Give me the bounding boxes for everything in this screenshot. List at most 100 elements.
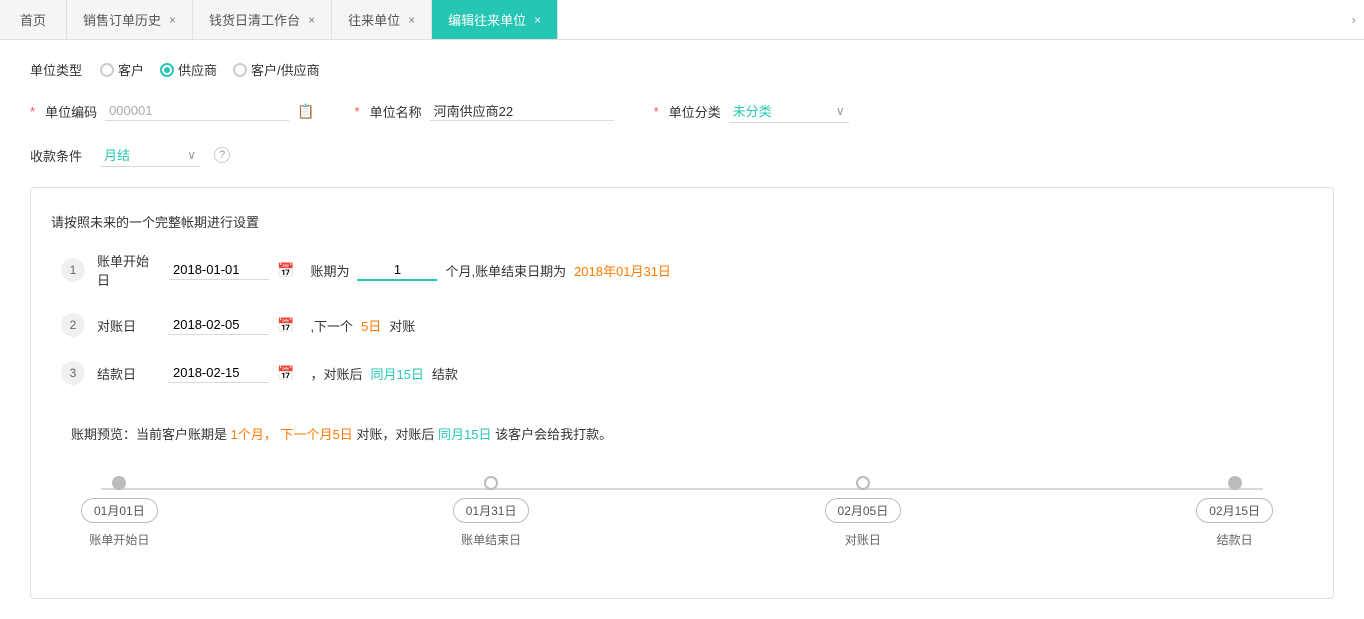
category-required-star: * [654, 104, 659, 119]
period-input[interactable] [357, 260, 437, 281]
tab-home-label: 首页 [20, 10, 46, 29]
payment-row: 收款条件 月结 ∨ ? [30, 143, 1334, 167]
reconcile-prefix: ,下一个 [310, 316, 353, 335]
preview-label: 账期预览：当前客户账期是 [71, 427, 227, 442]
code-calendar-icon[interactable]: 📋 [297, 103, 314, 120]
preview-text: 账期预览：当前客户账期是 1个月， 下一个月5日 对账，对账后 同月15日 该客… [71, 425, 1293, 446]
setting-row-3: 3 结款日 📅 ，对账后 同月15日 结款 [51, 361, 1313, 385]
radio-customer[interactable]: 客户 [100, 60, 144, 79]
row-label-2: 对账日 [97, 316, 157, 335]
payment-select[interactable]: 月结 ∨ [100, 143, 200, 167]
unit-code-label: 单位编码 [45, 102, 97, 121]
timeline-dot-1 [484, 476, 498, 490]
preview-part2: 下一个月5日 [281, 427, 353, 442]
setting-row-1: 1 账单开始日 📅 账期为 个月,账单结束日期为 2018年01月31日 [51, 251, 1313, 289]
tab-partner-units-label: 往来单位 [348, 10, 400, 29]
page-content: 单位类型 客户 供应商 客户/供应商 * 单位编码 📋 * 单位名称 [0, 40, 1364, 619]
settings-box: 请按照未来的一个完整帐期进行设置 1 账单开始日 📅 账期为 个月,账单结束日期… [30, 187, 1334, 599]
close-tab-partner-units[interactable]: × [408, 13, 415, 27]
radio-supplier-circle [160, 63, 174, 77]
name-required-star: * [355, 104, 360, 119]
period-label: 账期为 [310, 261, 349, 280]
unit-name-input[interactable] [430, 101, 614, 121]
timeline-dot-3 [1228, 476, 1242, 490]
radio-supplier[interactable]: 供应商 [160, 60, 217, 79]
preview-part1: 1个月， [231, 427, 277, 442]
timeline-items: 01月01日 账单开始日 01月31日 账单结束日 02月05日 对账日 [81, 476, 1273, 548]
preview-section: 账期预览：当前客户账期是 1个月， 下一个月5日 对账，对账后 同月15日 该客… [51, 409, 1313, 574]
start-date-calendar-icon[interactable]: 📅 [277, 262, 294, 279]
timeline-item-0: 01月01日 账单开始日 [81, 476, 158, 548]
close-tab-edit-partner[interactable]: × [534, 13, 541, 27]
unit-type-label: 单位类型 [30, 60, 82, 79]
unit-category-field: * 单位分类 未分类 ∨ [654, 99, 849, 123]
timeline-label-2: 对账日 [845, 531, 881, 548]
reconcile-date-calendar-icon[interactable]: 📅 [277, 317, 294, 334]
tab-partner-units[interactable]: 往来单位 × [332, 0, 432, 39]
timeline-item-2: 02月05日 对账日 [825, 476, 902, 548]
unit-code-input[interactable] [105, 101, 289, 121]
tab-sales-history[interactable]: 销售订单历史 × [67, 0, 193, 39]
timeline-label-0: 账单开始日 [89, 531, 149, 548]
tab-sales-history-label: 销售订单历史 [83, 10, 161, 29]
reconcile-suffix: 对账 [389, 316, 415, 335]
unit-type-radio-group: 客户 供应商 客户/供应商 [100, 60, 320, 79]
radio-customer-circle [100, 63, 114, 77]
unit-category-label: 单位分类 [669, 102, 721, 121]
timeline-pill-1: 01月31日 [453, 498, 530, 523]
row-num-1: 1 [61, 258, 85, 282]
payment-dropdown-arrow: ∨ [187, 148, 196, 162]
period-unit: 个月,账单结束日期为 [445, 261, 566, 280]
code-required-star: * [30, 104, 35, 119]
tab-cashier-workbench[interactable]: 钱货日清工作台 × [193, 0, 332, 39]
radio-both[interactable]: 客户/供应商 [233, 60, 320, 79]
timeline-item-3: 02月15日 结款日 [1196, 476, 1273, 548]
category-dropdown-arrow: ∨ [836, 104, 845, 118]
setting-row-2: 2 对账日 📅 ,下一个 5日 对账 [51, 313, 1313, 337]
timeline-pill-3: 02月15日 [1196, 498, 1273, 523]
timeline-label-3: 结款日 [1217, 531, 1253, 548]
payment-suffix: 结款 [432, 364, 458, 383]
unit-type-row: 单位类型 客户 供应商 客户/供应商 [30, 60, 1334, 79]
tab-home[interactable]: 首页 [0, 0, 67, 39]
payment-value: 月结 [104, 145, 183, 164]
payment-day-highlight: 同月15日 [370, 364, 423, 383]
radio-both-circle [233, 63, 247, 77]
timeline-container: 01月01日 账单开始日 01月31日 账单结束日 02月05日 对账日 [71, 466, 1293, 558]
payment-date-input[interactable] [169, 363, 269, 383]
timeline-pill-2: 02月05日 [825, 498, 902, 523]
unit-code-field: * 单位编码 📋 [30, 101, 315, 121]
payment-prefix: ，对账后 [310, 364, 362, 383]
tabs-bar: 首页 销售订单历史 × 钱货日清工作台 × 往来单位 × 编辑往来单位 × › [0, 0, 1364, 40]
timeline-dot-2 [856, 476, 870, 490]
row-label-3: 结款日 [97, 364, 157, 383]
row-label-1: 账单开始日 [97, 251, 157, 289]
radio-customer-label: 客户 [118, 60, 144, 79]
timeline-dot-0 [112, 476, 126, 490]
preview-part5: 该客户会给我打款。 [495, 427, 612, 442]
tab-edit-partner-label: 编辑往来单位 [448, 10, 526, 29]
close-tab-sales-history[interactable]: × [169, 13, 176, 27]
payment-help-icon[interactable]: ? [214, 147, 230, 163]
close-tab-cashier-workbench[interactable]: × [308, 13, 315, 27]
unit-category-select[interactable]: 未分类 ∨ [729, 99, 849, 123]
tabs-scroll-right[interactable]: › [1352, 12, 1364, 27]
row-num-3: 3 [61, 361, 85, 385]
settings-title: 请按照未来的一个完整帐期进行设置 [51, 212, 1313, 231]
tab-edit-partner[interactable]: 编辑往来单位 × [432, 0, 558, 39]
row-num-2: 2 [61, 313, 85, 337]
unit-category-value: 未分类 [733, 101, 832, 120]
preview-part4: 同月15日 [438, 427, 491, 442]
preview-part3: 对账，对账后 [356, 427, 434, 442]
reconcile-date-input[interactable] [169, 315, 269, 335]
radio-both-label: 客户/供应商 [251, 60, 320, 79]
tab-cashier-workbench-label: 钱货日清工作台 [209, 10, 300, 29]
unit-name-field: * 单位名称 [355, 101, 614, 121]
timeline-label-1: 账单结束日 [461, 531, 521, 548]
end-date-highlight: 2018年01月31日 [574, 261, 671, 280]
unit-info-row: * 单位编码 📋 * 单位名称 * 单位分类 未分类 ∨ [30, 99, 1334, 123]
radio-supplier-label: 供应商 [178, 60, 217, 79]
start-date-input[interactable] [169, 260, 269, 280]
unit-name-label: 单位名称 [370, 102, 422, 121]
payment-date-calendar-icon[interactable]: 📅 [277, 365, 294, 382]
